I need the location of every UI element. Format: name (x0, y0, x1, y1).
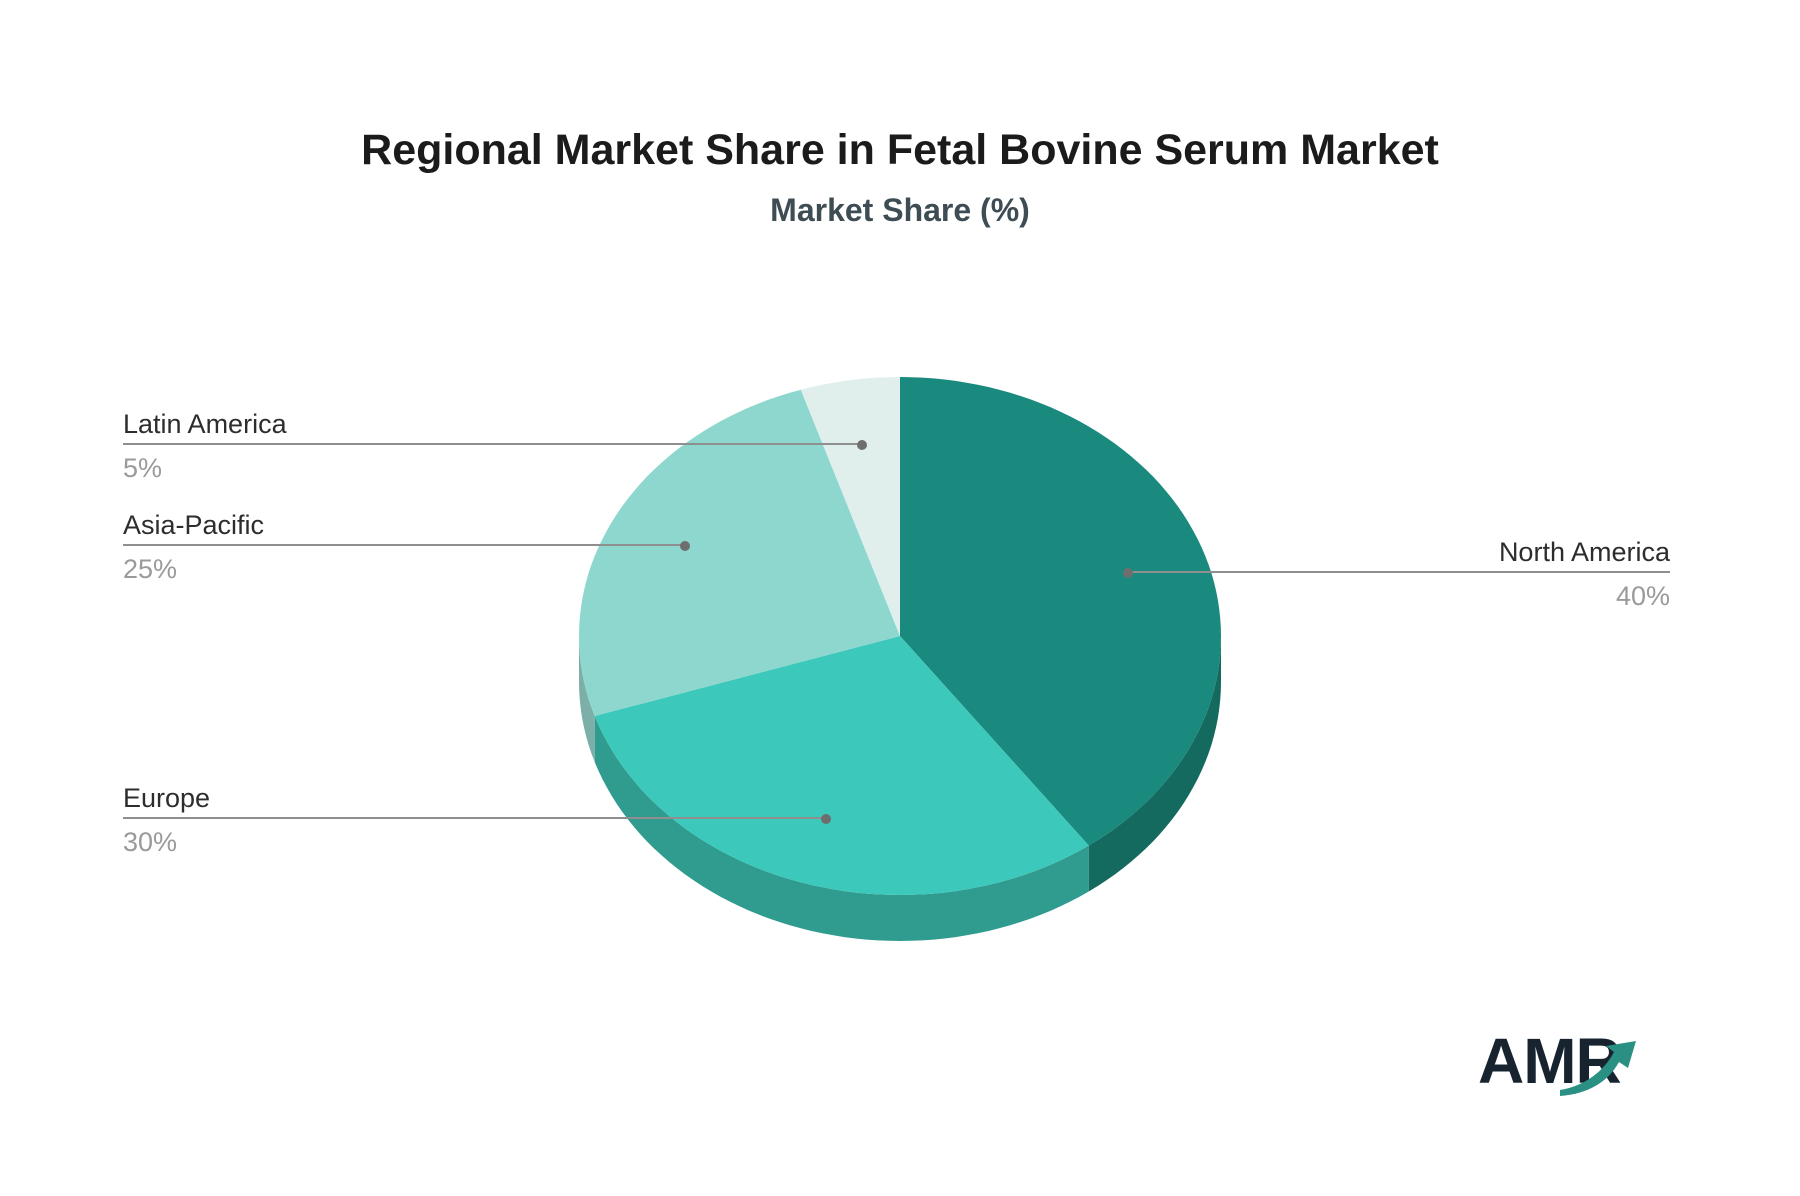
leader-dot (821, 814, 831, 824)
chart-subtitle: Market Share (%) (770, 192, 1030, 228)
slice-value: 30% (123, 827, 178, 857)
leader-dot (680, 541, 690, 551)
callout-asia-pacific: Asia-Pacific 25% (123, 508, 690, 585)
leader-dot (1123, 568, 1133, 578)
slice-label: Europe (123, 783, 211, 813)
slice-value: 40% (1615, 581, 1670, 611)
callout-europe: Europe 30% (123, 781, 831, 858)
leader-line (123, 814, 831, 824)
slice-label: Latin America (123, 409, 287, 439)
leader-dot (857, 440, 867, 450)
callout-latin-america: Latin America 5% (123, 407, 867, 484)
amr-logo: AMR (1478, 1028, 1636, 1096)
leader-line (123, 440, 867, 450)
chart-title: Regional Market Share in Fetal Bovine Se… (361, 126, 1439, 174)
leader-line (123, 541, 690, 551)
leader-line (1123, 568, 1670, 578)
slice-value: 5% (123, 453, 163, 483)
slice-label: North America (1498, 537, 1670, 567)
growth-arrow-icon (1560, 1041, 1636, 1096)
callout-north-america: North America 40% (1123, 535, 1670, 612)
slice-label: Asia-Pacific (123, 510, 265, 540)
chart-page: Regional Market Share in Fetal Bovine Se… (0, 0, 1800, 1196)
slice-value: 25% (123, 554, 178, 584)
